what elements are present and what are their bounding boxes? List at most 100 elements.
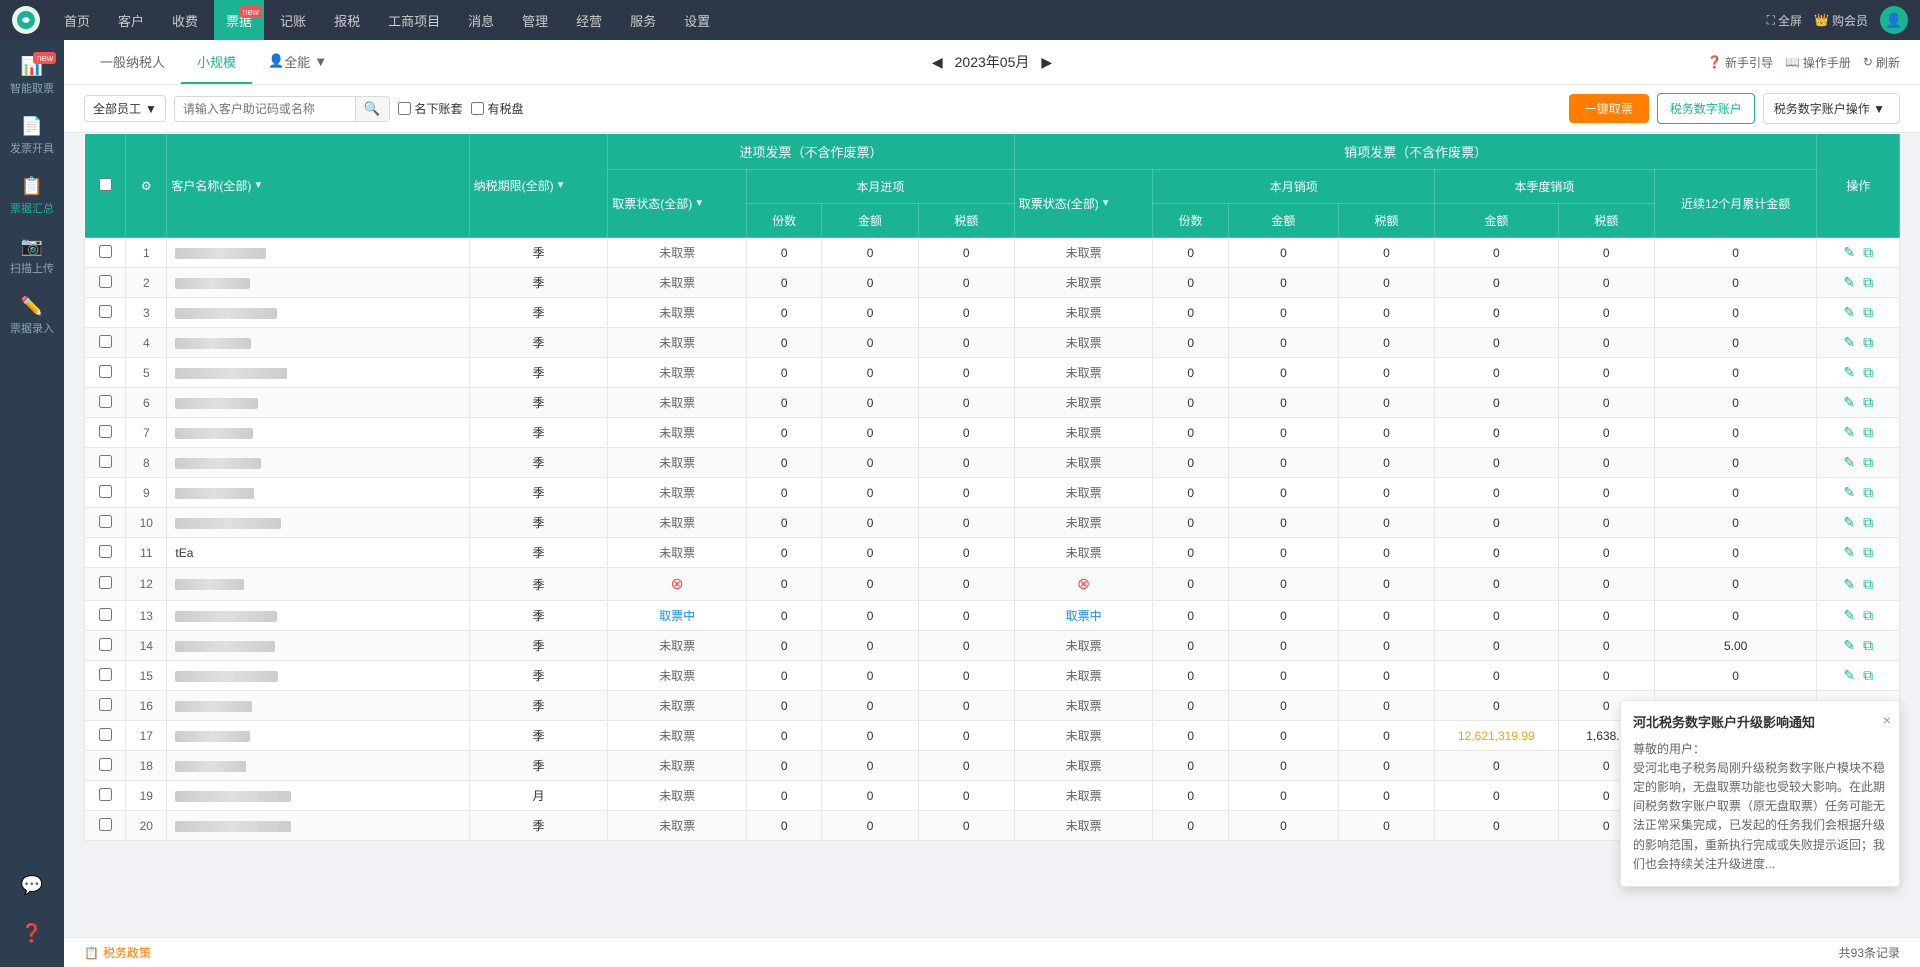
row-checkbox[interactable] [99, 485, 112, 498]
copy-icon[interactable]: ⧉ [1863, 304, 1873, 321]
row-checkbox[interactable] [99, 515, 112, 528]
digital-account-ops-btn[interactable]: 税务数字账户操作 ▼ [1763, 93, 1900, 124]
fullscreen-btn[interactable]: ⛶ 全屏 [1767, 12, 1802, 29]
edit-icon[interactable]: ✎ [1843, 394, 1855, 411]
row-checkbox[interactable] [99, 545, 112, 558]
row-checkbox-cell [85, 781, 126, 811]
date-next-btn[interactable]: ▶ [1041, 54, 1052, 71]
copy-icon[interactable]: ⧉ [1863, 364, 1873, 381]
copy-icon[interactable]: ⧉ [1863, 334, 1873, 351]
row-checkbox[interactable] [99, 305, 112, 318]
user-avatar[interactable]: 👤 [1880, 6, 1908, 34]
row-checkbox[interactable] [99, 638, 112, 651]
row-checkbox[interactable] [99, 395, 112, 408]
nav-business[interactable]: 工商项目 [376, 0, 452, 40]
copy-icon[interactable]: ⧉ [1863, 576, 1873, 593]
nav-accounting[interactable]: 记账 [268, 0, 318, 40]
sidebar-item-smart-ticket[interactable]: 📊 智能取票 new [4, 48, 60, 104]
nav-services[interactable]: 服务 [618, 0, 668, 40]
row-checkbox[interactable] [99, 608, 112, 621]
copy-icon[interactable]: ⧉ [1863, 274, 1873, 291]
edit-icon[interactable]: ✎ [1843, 424, 1855, 441]
row-checkbox[interactable] [99, 728, 112, 741]
nav-fees[interactable]: 收费 [160, 0, 210, 40]
copy-icon[interactable]: ⧉ [1863, 667, 1873, 684]
edit-icon[interactable]: ✎ [1843, 667, 1855, 684]
date-prev-btn[interactable]: ◀ [932, 54, 943, 71]
edit-icon[interactable]: ✎ [1843, 274, 1855, 291]
row-checkbox[interactable] [99, 668, 112, 681]
row-checkbox[interactable] [99, 425, 112, 438]
edit-icon[interactable]: ✎ [1843, 576, 1855, 593]
sidebar-item-help[interactable]: ❓ [4, 915, 60, 955]
row-checkbox[interactable] [99, 698, 112, 711]
tab-small-scale[interactable]: 小规模 [181, 40, 252, 84]
sidebar-item-invoice-open[interactable]: 📄 发票开具 [4, 108, 60, 164]
edit-icon[interactable]: ✎ [1843, 514, 1855, 531]
one-click-ticket-btn[interactable]: 一键取票 [1569, 94, 1649, 123]
row-checkbox[interactable] [99, 365, 112, 378]
row-checkbox[interactable] [99, 245, 112, 258]
tab-all[interactable]: 👤 全能 ▼ [252, 40, 343, 84]
edit-icon[interactable]: ✎ [1843, 607, 1855, 624]
edit-icon[interactable]: ✎ [1843, 334, 1855, 351]
search-input[interactable] [175, 98, 355, 120]
digital-account-btn[interactable]: 税务数字账户 [1657, 93, 1755, 124]
copy-icon[interactable]: ⧉ [1863, 514, 1873, 531]
sidebar-item-chat[interactable]: 💬 [4, 867, 60, 907]
edit-icon[interactable]: ✎ [1843, 637, 1855, 654]
row-checkbox[interactable] [99, 758, 112, 771]
tab-general-taxpayer[interactable]: 一般纳税人 [84, 40, 181, 84]
sidebar-item-scan-upload[interactable]: 📷 扫描上传 [4, 228, 60, 284]
edit-icon[interactable]: ✎ [1843, 364, 1855, 381]
customer-name-filter[interactable]: 客户名称(全部) ▼ [171, 177, 464, 194]
sidebar-item-invoice-summary[interactable]: 📋 票据汇总 [4, 168, 60, 224]
copy-icon[interactable]: ⧉ [1863, 607, 1873, 624]
nav-customers[interactable]: 客户 [106, 0, 156, 40]
row-output-status: 未取票 [1014, 721, 1153, 751]
input-status-filter[interactable]: 取票状态(全部) ▼ [612, 195, 742, 212]
has-tax-disk-checkbox[interactable] [471, 102, 484, 115]
copy-icon[interactable]: ⧉ [1863, 394, 1873, 411]
notification-close-btn[interactable]: × [1883, 709, 1891, 731]
sidebar-item-invoice-entry[interactable]: ✏️ 票据录入 [4, 288, 60, 344]
copy-icon[interactable]: ⧉ [1863, 454, 1873, 471]
select-all-checkbox[interactable] [99, 178, 112, 191]
nav-management[interactable]: 管理 [510, 0, 560, 40]
output-status-filter[interactable]: 取票状态(全部) ▼ [1019, 195, 1149, 212]
row-checkbox[interactable] [99, 455, 112, 468]
nav-home[interactable]: 首页 [52, 0, 102, 40]
tax-policy-text[interactable]: 税务政策 [103, 944, 151, 961]
edit-icon[interactable]: ✎ [1843, 304, 1855, 321]
new-guide-btn[interactable]: ❓ 新手引导 [1707, 54, 1773, 71]
copy-icon[interactable]: ⧉ [1863, 544, 1873, 561]
edit-icon[interactable]: ✎ [1843, 244, 1855, 261]
row-checkbox[interactable] [99, 335, 112, 348]
my-accounts-checkbox-label[interactable]: 名下账套 [398, 100, 463, 117]
my-accounts-checkbox[interactable] [398, 102, 411, 115]
nav-settings[interactable]: 设置 [672, 0, 722, 40]
search-button[interactable]: 🔍 [355, 97, 389, 121]
settings-icon[interactable]: ⚙ [141, 179, 152, 193]
manual-btn[interactable]: 📖 操作手册 [1785, 54, 1851, 71]
copy-icon[interactable]: ⧉ [1863, 484, 1873, 501]
edit-icon[interactable]: ✎ [1843, 544, 1855, 561]
copy-icon[interactable]: ⧉ [1863, 637, 1873, 654]
edit-icon[interactable]: ✎ [1843, 484, 1855, 501]
row-checkbox[interactable] [99, 275, 112, 288]
row-checkbox[interactable] [99, 788, 112, 801]
nav-operations[interactable]: 经营 [564, 0, 614, 40]
has-tax-disk-checkbox-label[interactable]: 有税盘 [471, 100, 524, 117]
copy-icon[interactable]: ⧉ [1863, 424, 1873, 441]
edit-icon[interactable]: ✎ [1843, 454, 1855, 471]
tax-period-filter[interactable]: 纳税期限(全部) ▼ [474, 177, 604, 194]
row-checkbox[interactable] [99, 818, 112, 831]
nav-messages[interactable]: 消息 [456, 0, 506, 40]
copy-icon[interactable]: ⧉ [1863, 244, 1873, 261]
employee-select[interactable]: 全部员工 ▼ [84, 95, 166, 122]
row-checkbox[interactable] [99, 576, 112, 589]
nav-invoices[interactable]: 票据 new [214, 0, 264, 40]
member-btn[interactable]: 👑 购会员 [1814, 12, 1868, 29]
nav-tax[interactable]: 报税 [322, 0, 372, 40]
refresh-btn[interactable]: ↻ 刷新 [1863, 54, 1900, 71]
